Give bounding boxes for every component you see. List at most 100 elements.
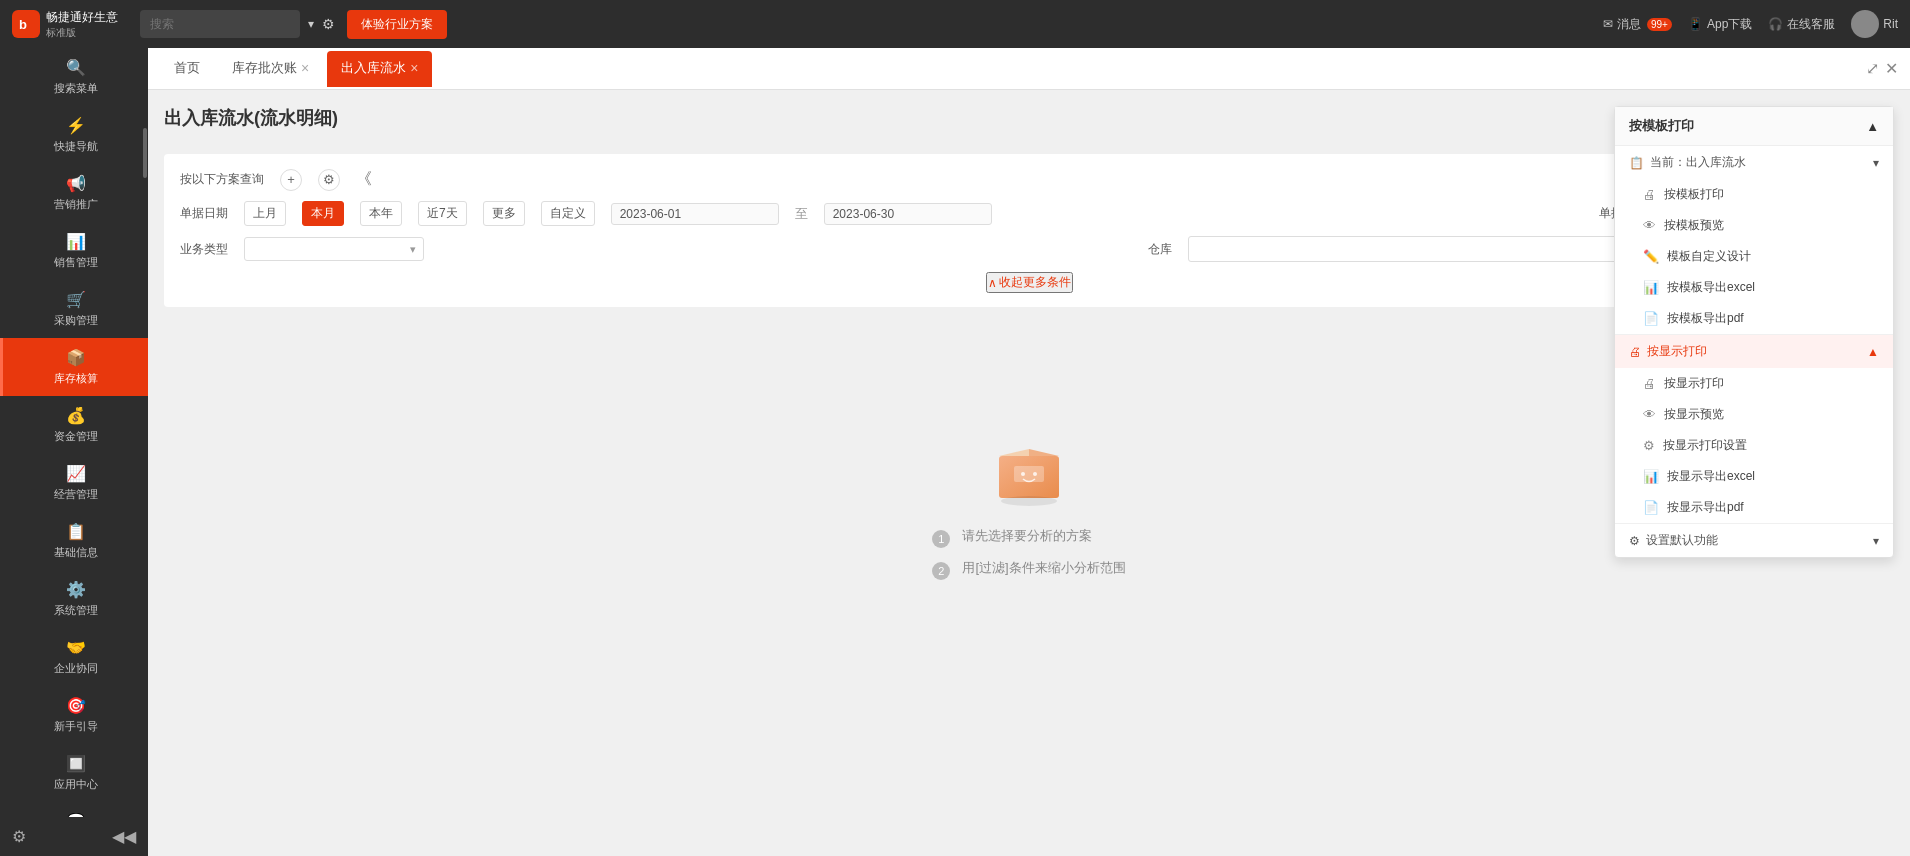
current-section-label: 当前：出入库流水 — [1650, 154, 1746, 171]
sidebar-item-shortcut[interactable]: ⚡ 快捷导航 — [0, 106, 148, 164]
sidebar-item-basic[interactable]: 📋 基础信息 — [0, 512, 148, 570]
date-to-input[interactable] — [824, 203, 992, 225]
template-preview-label: 按模板预览 — [1664, 217, 1724, 234]
trial-btn[interactable]: 体验行业方案 — [347, 10, 447, 39]
hint-item-1: 1 请先选择要分析的方案 — [932, 527, 1092, 551]
sidebar-item-operation[interactable]: 📈 经营管理 — [0, 454, 148, 512]
empty-illustration — [984, 421, 1074, 511]
operation-icon: 📈 — [66, 464, 86, 483]
dropdown-item-display-print[interactable]: 🖨 按显示打印 — [1615, 368, 1893, 399]
dropdown-item-template-pdf[interactable]: 📄 按模板导出pdf — [1615, 303, 1893, 334]
tab-batch[interactable]: 库存批次账 × — [218, 51, 323, 87]
app-download-label: App下载 — [1707, 16, 1752, 33]
excel-icon-1: 📊 — [1643, 280, 1659, 295]
dropdown-item-template-print[interactable]: 🖨 按模板打印 — [1615, 179, 1893, 210]
display-section: 🖨 按显示打印 ▲ 🖨 按显示打印 👁 按显示预览 ⚙ — [1615, 335, 1893, 524]
header-dropdown-btn[interactable]: ▾ — [308, 17, 314, 31]
date-btn-more[interactable]: 更多 — [483, 201, 525, 226]
print-dropdown-menu: 按模板打印 ▲ 📋 当前：出入库流水 ▾ 🖨 按模板 — [1614, 106, 1894, 558]
sidebar-scroll: 🔍 搜索菜单 ⚡ 快捷导航 📢 营销推广 📊 销售管理 🛒 采购管理 📦 — [0, 48, 148, 817]
filter-label: 按以下方案查询 — [180, 171, 264, 188]
current-section-header[interactable]: 📋 当前：出入库流水 ▾ — [1615, 146, 1893, 179]
date-btn-last-month[interactable]: 上月 — [244, 201, 286, 226]
tab-flow-close[interactable]: × — [410, 60, 418, 76]
tab-bar: 首页 库存批次账 × 出入库流水 × ⤢ ✕ — [148, 48, 1910, 90]
sidebar-item-guide[interactable]: 🎯 新手引导 — [0, 686, 148, 744]
sidebar-label-inventory: 库存核算 — [54, 371, 98, 386]
sidebar-item-purchase[interactable]: 🛒 采购管理 — [0, 280, 148, 338]
dropdown-item-display-excel[interactable]: 📊 按显示导出excel — [1615, 461, 1893, 492]
sidebar-item-search[interactable]: 🔍 搜索菜单 — [0, 48, 148, 106]
excel-icon-2: 📊 — [1643, 469, 1659, 484]
business-select-wrapper — [244, 237, 424, 261]
collapse-btn[interactable]: ∧ 收起更多条件 — [986, 272, 1073, 293]
sidebar-label-system: 系统管理 — [54, 603, 98, 618]
design-icon: ✏️ — [1643, 249, 1659, 264]
dropdown-item-template-preview[interactable]: 👁 按模板预览 — [1615, 210, 1893, 241]
sidebar-item-system[interactable]: ⚙️ 系统管理 — [0, 570, 148, 628]
tab-close-all-btn[interactable]: ✕ — [1885, 59, 1898, 78]
hint-text-2: 用[过滤]条件来缩小分析范围 — [962, 559, 1125, 577]
sidebar-label-app-center: 应用中心 — [54, 777, 98, 792]
tab-maximize-btn[interactable]: ⤢ — [1866, 59, 1879, 78]
sales-icon: 📊 — [66, 232, 86, 251]
message-label: 消息 — [1617, 16, 1641, 33]
date-btn-this-month[interactable]: 本月 — [302, 201, 344, 226]
sidebar-item-cooperation[interactable]: 🤝 企业协同 — [0, 628, 148, 686]
app-logo-icon: b — [12, 10, 40, 38]
sidebar-item-sales[interactable]: 📊 销售管理 — [0, 222, 148, 280]
system-icon: ⚙️ — [66, 580, 86, 599]
message-icon: ✉ — [1603, 17, 1613, 31]
sidebar-item-inventory[interactable]: 📦 库存核算 — [0, 338, 148, 396]
date-btn-7days[interactable]: 近7天 — [418, 201, 467, 226]
user-name: Rit — [1883, 17, 1898, 31]
dropdown-item-template-excel[interactable]: 📊 按模板导出excel — [1615, 272, 1893, 303]
business-select[interactable] — [244, 237, 424, 261]
sidebar-label-purchase: 采购管理 — [54, 313, 98, 328]
app-center-icon: 🔲 — [66, 754, 86, 773]
chevron-up-icon-dropdown: ▲ — [1866, 119, 1879, 134]
dropdown-item-template-design[interactable]: ✏️ 模板自定义设计 — [1615, 241, 1893, 272]
hint-number-1: 1 — [932, 530, 950, 548]
tab-home[interactable]: 首页 — [160, 51, 214, 87]
date-from-input[interactable] — [611, 203, 779, 225]
preview-icon-2: 👁 — [1643, 407, 1656, 422]
add-filter-btn[interactable]: + — [280, 169, 302, 191]
sidebar-bottom: ⚙ ◀◀ — [0, 817, 148, 856]
sidebar-item-finance[interactable]: 💰 资金管理 — [0, 396, 148, 454]
dropdown-item-display-pdf[interactable]: 📄 按显示导出pdf — [1615, 492, 1893, 523]
filter-collapse-toggle[interactable]: 《 — [356, 169, 372, 190]
sidebar-collapse-icon[interactable]: ◀◀ — [112, 827, 136, 846]
dropdown-item-display-preview[interactable]: 👁 按显示预览 — [1615, 399, 1893, 430]
dropdown-title: 按模板打印 — [1629, 117, 1694, 135]
message-btn[interactable]: ✉ 消息 99+ — [1603, 16, 1672, 33]
template-pdf-label: 按模板导出pdf — [1667, 310, 1744, 327]
date-btn-this-year[interactable]: 本年 — [360, 201, 402, 226]
sidebar-item-wechat[interactable]: 💬 企业微信 — [0, 802, 148, 817]
print-icon-2: 🖨 — [1643, 376, 1656, 391]
finance-icon: 💰 — [66, 406, 86, 425]
footer-icon: ⚙ — [1629, 534, 1640, 548]
sidebar-item-app-center[interactable]: 🔲 应用中心 — [0, 744, 148, 802]
app-download-btn[interactable]: 📱 App下载 — [1688, 16, 1752, 33]
display-section-header[interactable]: 🖨 按显示打印 ▲ — [1615, 335, 1893, 368]
content-area: 首页 库存批次账 × 出入库流水 × ⤢ ✕ 出入库流水(流水明细) — [148, 48, 1910, 856]
tab-batch-close[interactable]: × — [301, 60, 309, 76]
dropdown-item-display-settings[interactable]: ⚙ 按显示打印设置 — [1615, 430, 1893, 461]
current-section-icon: 📋 — [1629, 156, 1644, 170]
chevron-down-icon: ▾ — [308, 17, 314, 31]
page-content: 出入库流水(流水明细) 🖨 按模板打印 ▲ ↑ 导出 ↻ 刷新 — [148, 90, 1910, 856]
header-search-input[interactable] — [140, 10, 300, 38]
header-right: ✉ 消息 99+ 📱 App下载 🎧 在线客服 Rit — [1603, 10, 1898, 38]
tab-flow[interactable]: 出入库流水 × — [327, 51, 432, 87]
user-avatar-btn[interactable]: Rit — [1851, 10, 1898, 38]
gear-icon[interactable]: ⚙ — [322, 16, 335, 32]
filter-settings-btn[interactable]: ⚙ — [318, 169, 340, 191]
sidebar-item-marketing[interactable]: 📢 营销推广 — [0, 164, 148, 222]
sidebar-settings-icon[interactable]: ⚙ — [12, 827, 26, 846]
search-icon: 🔍 — [66, 58, 86, 77]
date-btn-custom[interactable]: 自定义 — [541, 201, 595, 226]
online-service-btn[interactable]: 🎧 在线客服 — [1768, 16, 1835, 33]
preview-icon-1: 👁 — [1643, 218, 1656, 233]
dropdown-footer[interactable]: ⚙ 设置默认功能 ▾ — [1615, 524, 1893, 557]
